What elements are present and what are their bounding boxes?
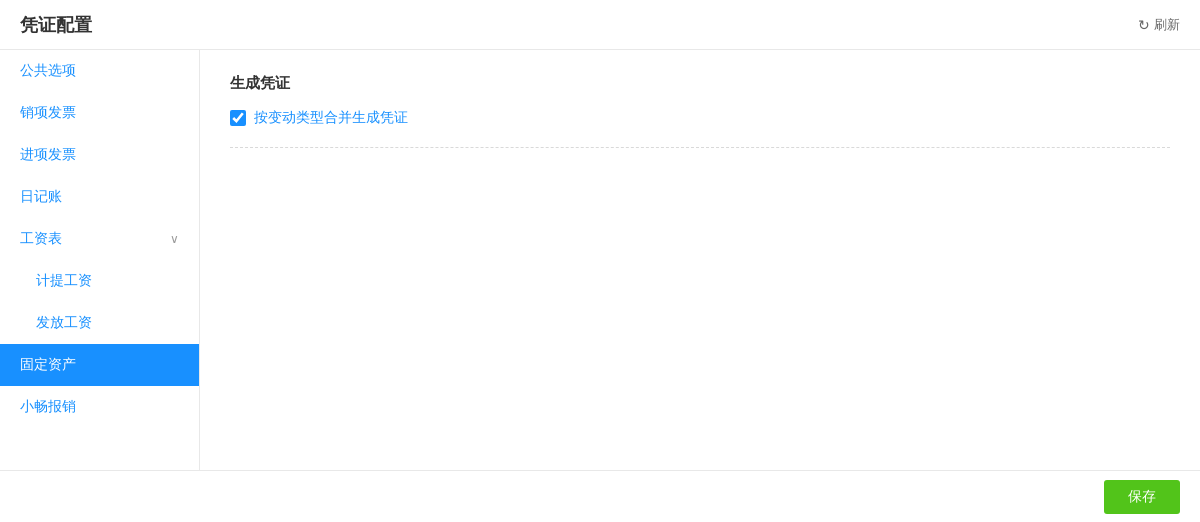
- sidebar-item-label: 小畅报销: [20, 398, 76, 416]
- sidebar-item-label: 进项发票: [20, 146, 76, 164]
- sidebar-item-fixed-assets[interactable]: 固定资产: [0, 344, 199, 386]
- section-divider: [230, 147, 1170, 148]
- sidebar: 公共选项 销项发票 进项发票 日记账 工资表 ∨ 计提工资 发放工资 固定资产 …: [0, 50, 200, 470]
- sidebar-item-purchase-invoice[interactable]: 进项发票: [0, 134, 199, 176]
- refresh-button[interactable]: ↻ 刷新: [1138, 16, 1180, 34]
- sidebar-item-expense-claim[interactable]: 小畅报销: [0, 386, 199, 428]
- chevron-down-icon: ∨: [170, 232, 179, 246]
- save-button[interactable]: 保存: [1104, 480, 1180, 514]
- sidebar-item-label: 固定资产: [20, 356, 76, 374]
- content-area: 生成凭证 按变动类型合并生成凭证: [200, 50, 1200, 470]
- section-title: 生成凭证: [230, 74, 1170, 93]
- sidebar-item-label: 公共选项: [20, 62, 76, 80]
- sidebar-item-payroll-table[interactable]: 工资表 ∨: [0, 218, 199, 260]
- sidebar-item-label: 发放工资: [36, 314, 92, 332]
- sidebar-item-salary-distribute[interactable]: 发放工资: [0, 302, 199, 344]
- page-title: 凭证配置: [20, 13, 92, 37]
- sidebar-item-label: 工资表: [20, 230, 62, 248]
- footer: 保存: [0, 470, 1200, 522]
- page-header: 凭证配置 ↻ 刷新: [0, 0, 1200, 50]
- merge-by-type-checkbox[interactable]: [230, 110, 246, 126]
- sidebar-item-public-options[interactable]: 公共选项: [0, 50, 199, 92]
- refresh-icon: ↻: [1138, 17, 1150, 33]
- main-content: 公共选项 销项发票 进项发票 日记账 工资表 ∨ 计提工资 发放工资 固定资产 …: [0, 50, 1200, 470]
- sidebar-item-label: 销项发票: [20, 104, 76, 122]
- merge-by-type-label[interactable]: 按变动类型合并生成凭证: [254, 109, 408, 127]
- sidebar-item-label: 日记账: [20, 188, 62, 206]
- checkbox-row: 按变动类型合并生成凭证: [230, 109, 1170, 127]
- sidebar-item-label: 计提工资: [36, 272, 92, 290]
- refresh-label: 刷新: [1154, 16, 1180, 34]
- sidebar-item-salary-accrual[interactable]: 计提工资: [0, 260, 199, 302]
- sidebar-item-journal[interactable]: 日记账: [0, 176, 199, 218]
- sidebar-item-sales-invoice[interactable]: 销项发票: [0, 92, 199, 134]
